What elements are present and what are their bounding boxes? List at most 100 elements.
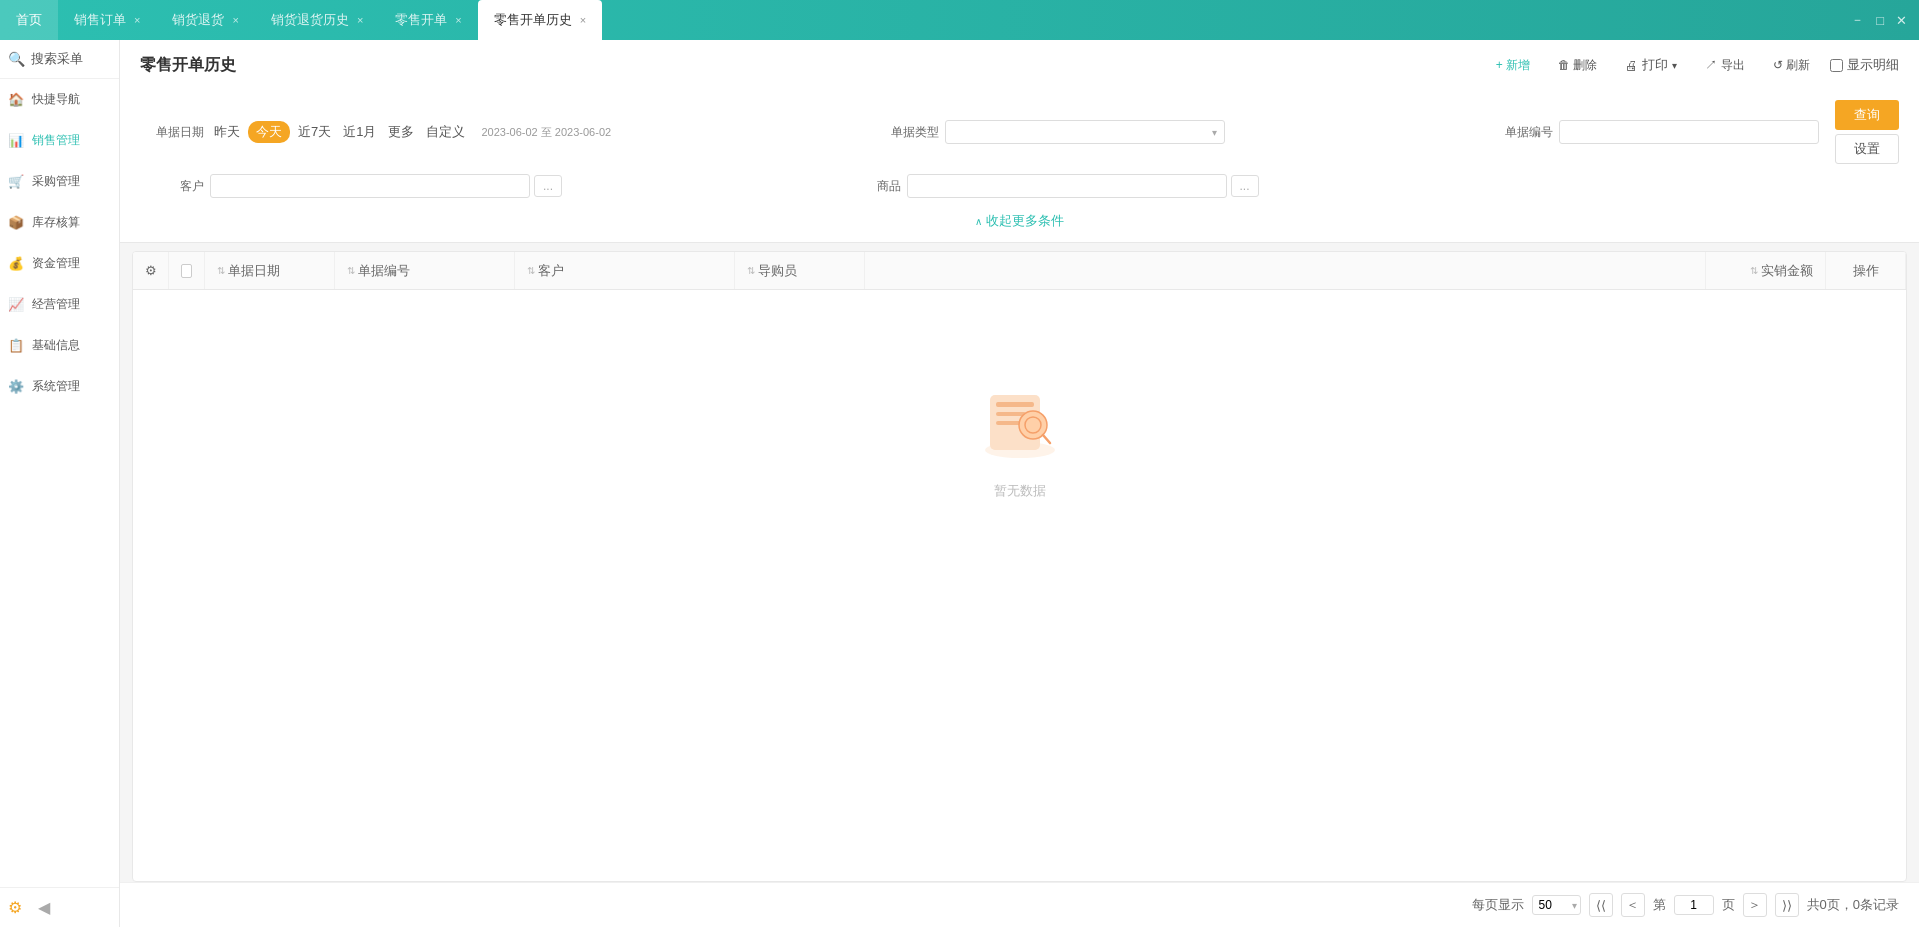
sidebar-item-purchase-mgmt[interactable]: 🛒 采购管理: [0, 161, 119, 202]
svg-rect-4: [996, 421, 1021, 425]
sidebar-item-operations[interactable]: 📈 经营管理: [0, 284, 119, 325]
date-btn-yesterday[interactable]: 昨天: [210, 122, 244, 142]
th-customer[interactable]: ⇅ 客户: [515, 252, 735, 289]
settings-column-icon: ⚙: [145, 263, 157, 278]
tab-sales-return-history[interactable]: 销货退货历史 ×: [255, 0, 379, 40]
display-label: 显示明细: [1847, 56, 1899, 74]
display-checkbox[interactable]: [1830, 59, 1843, 72]
operations-icon: 📈: [8, 297, 24, 312]
th-customer-label: 客户: [538, 262, 564, 280]
th-number[interactable]: ⇅ 单据编号: [335, 252, 515, 289]
page-first-btn[interactable]: ⟨⟨: [1589, 893, 1613, 917]
sys-mgmt-icon: ⚙️: [8, 379, 24, 394]
th-guide[interactable]: ⇅ 导购员: [735, 252, 865, 289]
tab-home[interactable]: 首页: [0, 0, 58, 40]
more-conditions-toggle[interactable]: ∧ 收起更多条件: [140, 208, 1899, 238]
pagination-bar: 每页显示 50 10 20 100 ▾ ⟨⟨ ＜ 第 页 ＞ ⟩⟩ 共0页，0条…: [120, 882, 1919, 927]
tab-sales-return-label: 销货退货: [172, 11, 224, 29]
doc-type-filter-label: 单据类型: [875, 124, 945, 141]
date-btn-custom[interactable]: 自定义: [422, 122, 469, 142]
date-btn-7days[interactable]: 近7天: [294, 122, 335, 142]
content-area: 零售开单历史 + 新增 🗑 删除 🖨 打印 ▾ ↗ 导出 ↺ 刷新 显示明细: [120, 40, 1919, 927]
query-button[interactable]: 查询: [1835, 100, 1899, 130]
total-info: 共0页，0条记录: [1807, 896, 1899, 914]
main-layout: 🔍 搜索采单 🏠 快捷导航 📊 销售管理 🛒 采购管理 📦 库存核算 💰 资金管…: [0, 40, 1919, 927]
tab-retail-open-close[interactable]: ×: [455, 14, 461, 26]
th-date-label: 单据日期: [228, 262, 280, 280]
add-button[interactable]: + 新增: [1488, 53, 1538, 78]
table-header: ⚙ ⇅ 单据日期 ⇅ 单据编号 ⇅ 客户 ⇅: [133, 252, 1906, 290]
th-settings[interactable]: ⚙: [133, 252, 169, 289]
customer-filter-label: 客户: [140, 178, 210, 195]
page-label: 第: [1653, 896, 1666, 914]
toolbar: + 新增 🗑 删除 🖨 打印 ▾ ↗ 导出 ↺ 刷新 显示明细: [1488, 52, 1899, 78]
customer-input[interactable]: [210, 174, 530, 198]
goods-filter-label: 商品: [837, 178, 907, 195]
date-btn-today[interactable]: 今天: [248, 121, 290, 143]
print-arrow-icon: ▾: [1672, 60, 1677, 71]
th-checkbox[interactable]: [169, 252, 205, 289]
window-maximize-btn[interactable]: □: [1876, 13, 1884, 28]
date-shortcuts: 昨天 今天 近7天 近1月 更多 自定义 2023-06-02 至 2023-0…: [210, 121, 611, 143]
th-number-label: 单据编号: [358, 262, 410, 280]
empty-icon: [970, 370, 1070, 470]
customer-ellipsis-btn[interactable]: ...: [534, 175, 562, 197]
filter-area: 单据日期 昨天 今天 近7天 近1月 更多 自定义 2023-06-02 至 2…: [140, 90, 1899, 242]
sidebar-item-quick-nav-label: 快捷导航: [32, 91, 80, 108]
sidebar-item-sales-mgmt[interactable]: 📊 销售管理: [0, 120, 119, 161]
settings-button[interactable]: 设置: [1835, 134, 1899, 164]
page-prev-btn[interactable]: ＜: [1621, 893, 1645, 917]
sidebar-search[interactable]: 🔍 搜索采单: [0, 40, 119, 79]
per-page-select[interactable]: 50 10 20 100: [1532, 895, 1581, 915]
th-guide-label: 导购员: [758, 262, 797, 280]
sidebar-item-sys-mgmt[interactable]: ⚙️ 系统管理: [0, 366, 119, 407]
date-filter-label: 单据日期: [140, 124, 210, 141]
page-last-btn[interactable]: ⟩⟩: [1775, 893, 1799, 917]
empty-text: 暂无数据: [994, 482, 1046, 500]
inventory-icon: 📦: [8, 215, 24, 230]
window-minimize-btn[interactable]: －: [1851, 11, 1864, 29]
sidebar-settings-icon[interactable]: ⚙: [8, 898, 22, 917]
tab-retail-open-history[interactable]: 零售开单历史 ×: [478, 0, 602, 40]
sidebar-collapse-icon[interactable]: ◀: [38, 898, 50, 917]
sidebar-item-basic-info[interactable]: 📋 基础信息: [0, 325, 119, 366]
th-date[interactable]: ⇅ 单据日期: [205, 252, 335, 289]
refresh-button[interactable]: ↺ 刷新: [1765, 53, 1818, 78]
tab-sales-order-close[interactable]: ×: [134, 14, 140, 26]
tab-sales-return-history-close[interactable]: ×: [357, 14, 363, 26]
goods-input[interactable]: [907, 174, 1227, 198]
svg-line-7: [1043, 435, 1050, 443]
sidebar-item-inventory[interactable]: 📦 库存核算: [0, 202, 119, 243]
date-btn-1month[interactable]: 近1月: [339, 122, 380, 142]
date-btn-more[interactable]: 更多: [384, 122, 418, 142]
th-action: 操作: [1826, 252, 1906, 289]
page-title: 零售开单历史: [140, 55, 236, 76]
page-number-input[interactable]: [1674, 895, 1714, 915]
empty-state: 暂无数据: [133, 290, 1906, 560]
doc-number-input[interactable]: [1559, 120, 1819, 144]
delete-button[interactable]: 🗑 删除: [1550, 53, 1605, 78]
tab-retail-open-label: 零售开单: [395, 11, 447, 29]
export-button[interactable]: ↗ 导出: [1697, 53, 1752, 78]
print-button[interactable]: 🖨 打印 ▾: [1617, 52, 1685, 78]
sidebar-item-sales-mgmt-label: 销售管理: [32, 132, 80, 149]
tab-sales-order[interactable]: 销售订单 ×: [58, 0, 156, 40]
sort-date-icon: ⇅: [217, 265, 225, 276]
tab-retail-open[interactable]: 零售开单 ×: [379, 0, 477, 40]
doc-type-select[interactable]: [945, 120, 1225, 144]
more-conditions-label: 收起更多条件: [986, 212, 1064, 230]
tab-retail-open-history-close[interactable]: ×: [580, 14, 586, 26]
sidebar-item-finance[interactable]: 💰 资金管理: [0, 243, 119, 284]
display-toggle[interactable]: 显示明细: [1830, 56, 1899, 74]
goods-ellipsis-btn[interactable]: ...: [1231, 175, 1259, 197]
print-label: 打印: [1642, 56, 1668, 74]
sidebar-item-operations-label: 经营管理: [32, 296, 80, 313]
select-all-checkbox[interactable]: [181, 264, 192, 278]
th-middle: [865, 252, 1706, 289]
tab-sales-return[interactable]: 销货退货 ×: [156, 0, 254, 40]
sidebar-item-quick-nav[interactable]: 🏠 快捷导航: [0, 79, 119, 120]
th-amount[interactable]: ⇅ 实销金额: [1706, 252, 1826, 289]
page-next-btn[interactable]: ＞: [1743, 893, 1767, 917]
window-close-btn[interactable]: ✕: [1896, 13, 1907, 28]
tab-sales-return-close[interactable]: ×: [232, 14, 238, 26]
